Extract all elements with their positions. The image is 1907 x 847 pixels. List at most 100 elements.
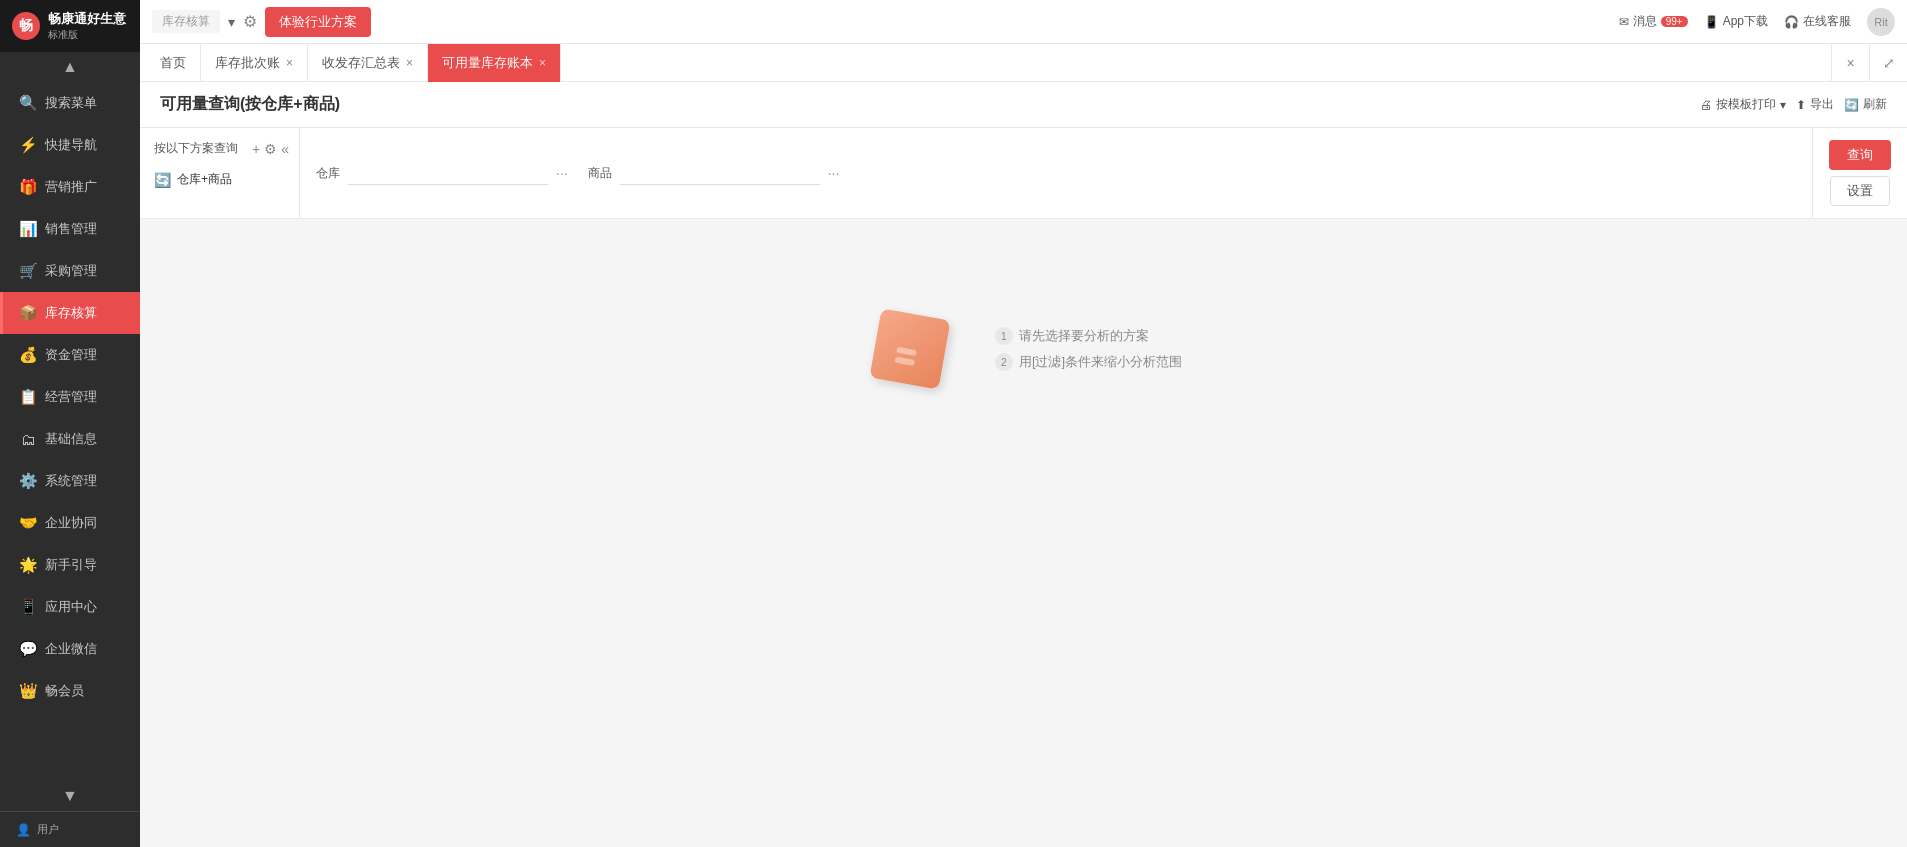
scheme-settings-btn[interactable]: ⚙ xyxy=(264,141,277,157)
refresh-label: 刷新 xyxy=(1863,96,1887,113)
sidebar-item-newbie[interactable]: 🌟 新手引导 xyxy=(0,544,140,586)
refresh-icon: 🔄 xyxy=(1844,98,1859,112)
scheme-item-warehouse-product[interactable]: 🔄 仓库+商品 xyxy=(140,165,299,194)
print-btn[interactable]: 🖨 按模板打印 ▾ xyxy=(1700,96,1786,113)
topbar-gear-icon[interactable]: ⚙ xyxy=(243,12,257,31)
sidebar-item-label: 资金管理 xyxy=(45,346,97,364)
sidebar-item-system[interactable]: ⚙️ 系统管理 xyxy=(0,460,140,502)
app-title-wrap: 畅康通好生意 标准版 xyxy=(48,10,126,42)
sidebar-item-wechat[interactable]: 💬 企业微信 xyxy=(0,628,140,670)
breadcrumb-dropdown[interactable]: ▾ xyxy=(228,14,235,30)
sidebar-bottom: 👤 用户 xyxy=(0,811,140,847)
product-more-btn[interactable]: ··· xyxy=(828,165,840,181)
scheme-item-icon: 🔄 xyxy=(154,172,171,188)
app-download-btn[interactable]: 📱 App下载 xyxy=(1704,13,1768,30)
tab-available-ledger-close[interactable]: × xyxy=(539,56,546,70)
export-icon: ⬆ xyxy=(1796,98,1806,112)
folder-icon: 🗂 xyxy=(19,430,37,448)
tab-inout-summary[interactable]: 收发存汇总表 × xyxy=(308,44,428,82)
tab-window-btns: × ⤢ xyxy=(1831,44,1907,82)
tab-home-label: 首页 xyxy=(160,54,186,72)
page-header: 可用量查询(按仓库+商品) 🖨 按模板打印 ▾ ⬆ 导出 🔄 刷新 xyxy=(140,82,1907,128)
app-download-label: App下载 xyxy=(1723,13,1768,30)
gear-icon: ⚙️ xyxy=(19,472,37,490)
sidebar-item-label: 企业协同 xyxy=(45,514,97,532)
sidebar: 畅 畅康通好生意 标准版 ▲ 🔍 搜索菜单 ⚡ 快捷导航 🎁 营销推广 📊 销售… xyxy=(0,0,140,847)
scheme-collapse-btn[interactable]: « xyxy=(281,141,289,157)
tab-available-ledger-label: 可用量库存账本 xyxy=(442,54,533,72)
main-content: 库存核算 ▾ ⚙ 体验行业方案 ✉ 消息 99+ 📱 App下载 🎧 在线客服 … xyxy=(140,0,1907,847)
sidebar-item-purchase[interactable]: 🛒 采购管理 xyxy=(0,250,140,292)
tab-available-ledger[interactable]: 可用量库存账本 × xyxy=(428,44,561,82)
tab-batch-ledger-close[interactable]: × xyxy=(286,56,293,70)
shortcut-icon: ⚡ xyxy=(19,136,37,154)
empty-hints: 1 请先选择要分析的方案 2 用[过滤]条件来缩小分析范围 xyxy=(995,327,1182,371)
user-icon: 👤 xyxy=(16,823,31,837)
query-btn[interactable]: 查询 xyxy=(1829,140,1891,170)
sidebar-scroll-up[interactable]: ▲ xyxy=(0,52,140,82)
hint1-num: 1 xyxy=(995,327,1013,345)
tab-expand-window-btn[interactable]: ⤢ xyxy=(1869,44,1907,82)
hint1-text: 请先选择要分析的方案 xyxy=(1019,327,1149,345)
sidebar-item-search[interactable]: 🔍 搜索菜单 xyxy=(0,82,140,124)
print-label: 按模板打印 xyxy=(1716,96,1776,113)
sidebar-item-marketing[interactable]: 🎁 营销推广 xyxy=(0,166,140,208)
sidebar-item-member[interactable]: 👑 畅会员 xyxy=(0,670,140,712)
sidebar-item-basic[interactable]: 🗂 基础信息 xyxy=(0,418,140,460)
sidebar-item-label: 系统管理 xyxy=(45,472,97,490)
trial-btn[interactable]: 体验行业方案 xyxy=(265,7,371,37)
sidebar-item-label: 畅会员 xyxy=(45,682,84,700)
tab-home[interactable]: 首页 xyxy=(140,44,201,82)
warehouse-label: 仓库 xyxy=(316,165,340,182)
empty-illustration xyxy=(865,299,965,399)
query-field-warehouse: 仓库 ··· xyxy=(316,162,568,185)
sidebar-item-label: 企业微信 xyxy=(45,640,97,658)
app-logo: 畅 xyxy=(12,12,40,40)
setting-btn[interactable]: 设置 xyxy=(1830,176,1890,206)
product-input[interactable] xyxy=(620,162,820,185)
empty-hint-1: 1 请先选择要分析的方案 xyxy=(995,327,1182,345)
sidebar-item-appstore[interactable]: 📱 应用中心 xyxy=(0,586,140,628)
sidebar-item-inventory[interactable]: 📦 库存核算 xyxy=(0,292,140,334)
tab-batch-ledger[interactable]: 库存批次账 × xyxy=(201,44,308,82)
scheme-item-label: 仓库+商品 xyxy=(177,171,232,188)
refresh-btn[interactable]: 🔄 刷新 xyxy=(1844,96,1887,113)
scheme-header-label: 按以下方案查询 xyxy=(154,140,238,157)
warehouse-input[interactable] xyxy=(348,162,548,185)
scheme-header-actions: + ⚙ « xyxy=(252,141,289,157)
export-label: 导出 xyxy=(1810,96,1834,113)
tab-inout-summary-close[interactable]: × xyxy=(406,56,413,70)
sidebar-item-operations[interactable]: 📋 经营管理 xyxy=(0,376,140,418)
sidebar-item-sales[interactable]: 📊 销售管理 xyxy=(0,208,140,250)
sidebar-item-label: 采购管理 xyxy=(45,262,97,280)
sidebar-item-label: 搜索菜单 xyxy=(45,94,97,112)
sidebar-scroll-down[interactable]: ▼ xyxy=(0,781,140,811)
content-area: 可用量查询(按仓库+商品) 🖨 按模板打印 ▾ ⬆ 导出 🔄 刷新 xyxy=(140,82,1907,847)
online-service-btn[interactable]: 🎧 在线客服 xyxy=(1784,13,1851,30)
tab-close-window-btn[interactable]: × xyxy=(1831,44,1869,82)
query-scheme-sidebar: 按以下方案查询 + ⚙ « 🔄 仓库+商品 xyxy=(140,128,300,218)
sidebar-item-label: 新手引导 xyxy=(45,556,97,574)
box-face2 xyxy=(894,357,915,366)
crown-icon: 👑 xyxy=(19,682,37,700)
message-label: 消息 xyxy=(1633,13,1657,30)
star-icon: 🌟 xyxy=(19,556,37,574)
sidebar-item-enterprise[interactable]: 🤝 企业协同 xyxy=(0,502,140,544)
tabs-bar: 首页 库存批次账 × 收发存汇总表 × 可用量库存账本 × × ⤢ xyxy=(140,44,1907,82)
app-subtitle: 标准版 xyxy=(48,28,126,42)
query-panel: 按以下方案查询 + ⚙ « 🔄 仓库+商品 仓库 ··· xyxy=(140,128,1907,219)
user-avatar-btn[interactable]: Rit xyxy=(1867,8,1895,36)
topbar-right: ✉ 消息 99+ 📱 App下载 🎧 在线客服 Rit xyxy=(1619,8,1895,36)
sidebar-item-shortcut[interactable]: ⚡ 快捷导航 xyxy=(0,124,140,166)
scheme-add-btn[interactable]: + xyxy=(252,141,260,157)
sidebar-item-finance[interactable]: 💰 资金管理 xyxy=(0,334,140,376)
warehouse-more-btn[interactable]: ··· xyxy=(556,165,568,181)
box-icon: 📦 xyxy=(19,304,37,322)
phone-icon: 📱 xyxy=(1704,15,1719,29)
hint2-num: 2 xyxy=(995,353,1013,371)
export-btn[interactable]: ⬆ 导出 xyxy=(1796,96,1834,113)
message-btn[interactable]: ✉ 消息 99+ xyxy=(1619,13,1688,30)
page-title: 可用量查询(按仓库+商品) xyxy=(160,94,340,115)
chat-icon: 💬 xyxy=(19,640,37,658)
sidebar-item-label: 营销推广 xyxy=(45,178,97,196)
